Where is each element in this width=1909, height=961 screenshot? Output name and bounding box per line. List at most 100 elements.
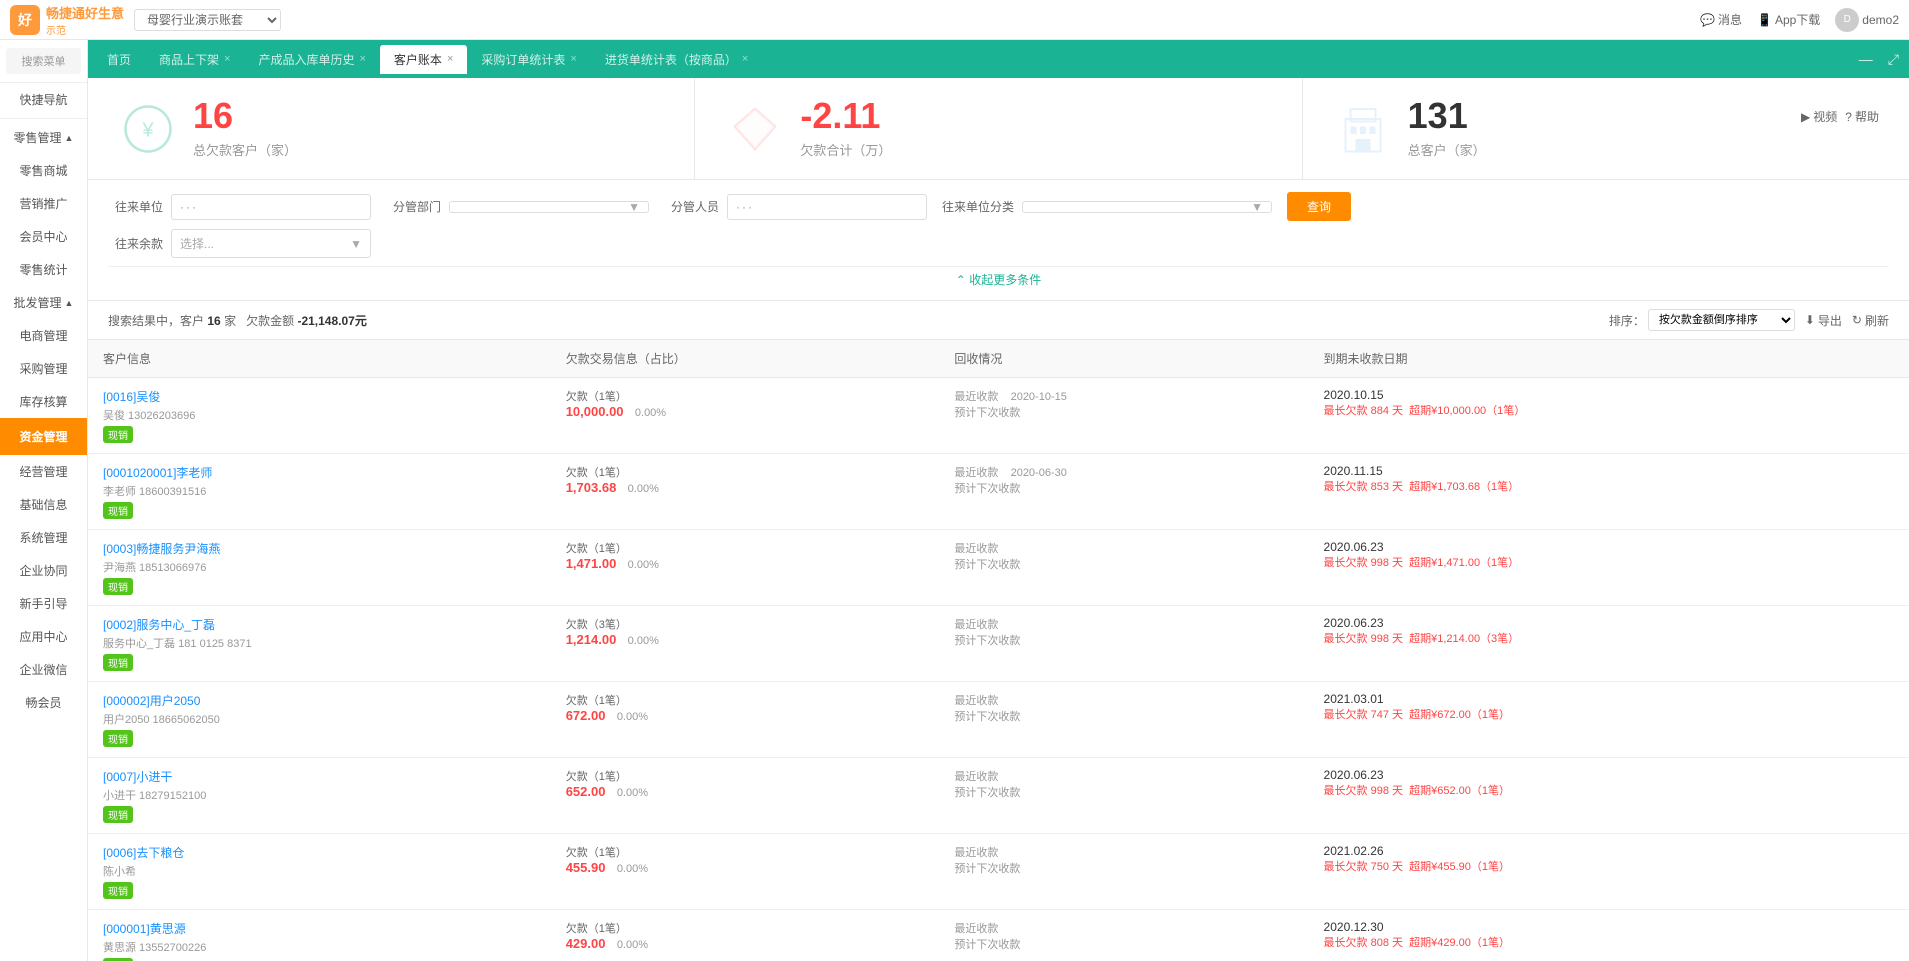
sidebar-item-newbie[interactable]: 新手引导 xyxy=(0,587,87,620)
sidebar-item-purchase[interactable]: 采购管理 xyxy=(0,352,87,385)
tab-expand-btn[interactable]: ⤢ xyxy=(1883,49,1904,70)
filter-collapse-btn[interactable]: ⌃ 收起更多条件 xyxy=(108,266,1889,292)
debt-amount-0[interactable]: 10,000.00 xyxy=(566,404,624,419)
tab-home[interactable]: 首页 xyxy=(93,45,145,74)
debt-amount-4[interactable]: 672.00 xyxy=(566,708,606,723)
filter-input-dept[interactable]: ▼ xyxy=(449,201,649,213)
sidebar-item-basic-info[interactable]: 基础信息 xyxy=(0,488,87,521)
overdue-tag-1[interactable]: 超期¥1,703.68（1笔） xyxy=(1409,481,1519,493)
customer-name-0[interactable]: [0016]吴俊 xyxy=(103,388,536,405)
debt-label-5: 欠款（1笔） xyxy=(566,768,925,784)
sidebar-item-finance[interactable]: 资金管理 xyxy=(0,418,87,455)
cell-debt-4: 欠款（1笔） 672.00 0.00% xyxy=(551,682,940,758)
filter-input-balance[interactable]: 选择... ▼ xyxy=(171,229,371,258)
sidebar-item-sys-mgmt[interactable]: 系统管理 xyxy=(0,521,87,554)
sidebar-item-wechat[interactable]: 企业微信 xyxy=(0,653,87,686)
filter-group-category: 往来单位分类 ▼ xyxy=(942,198,1272,215)
filter-group-dept: 分管部门 ▼ xyxy=(386,198,649,215)
sidebar-item-batch-mgmt[interactable]: 批发管理▲ xyxy=(0,286,87,319)
filter-input-unit[interactable]: ··· xyxy=(171,194,371,220)
customer-name-7[interactable]: [000001]黄思源 xyxy=(103,920,536,937)
tab-minimize-btn[interactable]: — xyxy=(1854,49,1878,70)
message-btn[interactable]: 💬 消息 xyxy=(1700,11,1742,28)
sidebar-divider xyxy=(0,118,87,119)
cell-due-5: 2020.06.23 最长欠款 998 天 超期¥652.00（1笔） xyxy=(1309,758,1909,834)
tab-customer-account[interactable]: 客户账本 × xyxy=(380,45,467,74)
tab-close-customer[interactable]: × xyxy=(447,53,453,65)
debt-amount-7[interactable]: 429.00 xyxy=(566,936,606,951)
overdue-tag-3[interactable]: 超期¥1,214.00（3笔） xyxy=(1409,633,1519,645)
sidebar-item-app-center[interactable]: 应用中心 xyxy=(0,620,87,653)
tab-close-goods[interactable]: × xyxy=(224,53,230,65)
cell-debt-6: 欠款（1笔） 455.90 0.00% xyxy=(551,834,940,910)
cell-recovery-6: 最近收款 预计下次收款 xyxy=(939,834,1308,910)
customer-name-5[interactable]: [0007]小进干 xyxy=(103,768,536,785)
sidebar-item-member-vip[interactable]: 畅会员 xyxy=(0,686,87,719)
cell-due-7: 2020.12.30 最长欠款 808 天 超期¥429.00（1笔） xyxy=(1309,910,1909,961)
filter-group-unit: 往来单位 ··· xyxy=(108,194,371,220)
debt-amount-6[interactable]: 455.90 xyxy=(566,860,606,875)
export-btn[interactable]: ⬇ 导出 xyxy=(1805,312,1842,329)
sidebar-item-marketing[interactable]: 营销推广 xyxy=(0,187,87,220)
customer-name-6[interactable]: [0006]去下粮仓 xyxy=(103,844,536,861)
cell-debt-3: 欠款（3笔） 1,214.00 0.00% xyxy=(551,606,940,682)
account-selector[interactable]: 母婴行业演示账套 xyxy=(134,9,281,31)
debt-label-7: 欠款（1笔） xyxy=(566,920,925,936)
filter-label-category: 往来单位分类 xyxy=(942,198,1014,215)
sort-select[interactable]: 按欠款金额倒序排序 xyxy=(1648,309,1795,331)
total-debt-customers-num: 16 xyxy=(193,98,664,134)
overdue-tag-5[interactable]: 超期¥652.00（1笔） xyxy=(1409,785,1510,797)
tab-close-instock[interactable]: × xyxy=(742,53,748,65)
debt-amount-2[interactable]: 1,471.00 xyxy=(566,556,617,571)
sidebar-item-retail-mall[interactable]: 零售商城 xyxy=(0,154,87,187)
tab-production[interactable]: 产成品入库单历史 × xyxy=(244,45,379,74)
filter-input-category[interactable]: ▼ xyxy=(1022,201,1272,213)
customer-name-1[interactable]: [0001020001]李老师 xyxy=(103,464,536,481)
customer-name-3[interactable]: [0002]服务中心_丁磊 xyxy=(103,616,536,633)
next-pay-7: 预计下次收款 xyxy=(954,936,1293,952)
tab-close-purchase[interactable]: × xyxy=(570,53,576,65)
video-btn[interactable]: ▶ 视频 xyxy=(1801,108,1837,125)
debt-amount-3[interactable]: 1,214.00 xyxy=(566,632,617,647)
app-download-btn[interactable]: 📱 App下载 xyxy=(1757,11,1820,28)
cell-due-4: 2021.03.01 最长欠款 747 天 超期¥672.00（1笔） xyxy=(1309,682,1909,758)
help-btn[interactable]: ? 帮助 xyxy=(1845,108,1879,125)
help-icon: ? xyxy=(1845,110,1852,124)
table-row: [0006]去下粮仓 陈小希 现销 欠款（1笔） 455.90 0.00% 最近… xyxy=(88,834,1909,910)
tab-instock-stats[interactable]: 进货单统计表（按商品） × xyxy=(591,45,762,74)
filter-input-person[interactable]: ··· xyxy=(727,194,927,220)
overdue-tag-7[interactable]: 超期¥429.00（1笔） xyxy=(1409,937,1510,949)
refresh-btn[interactable]: ↻ 刷新 xyxy=(1852,312,1889,329)
overdue-tag-0[interactable]: 超期¥10,000.00（1笔） xyxy=(1409,405,1525,417)
summary-card-total: 131 总客户（家） ▶ 视频 ? 帮助 xyxy=(1303,78,1909,179)
sidebar-item-retail-mgmt[interactable]: 零售管理▲ xyxy=(0,121,87,154)
overdue-tag-2[interactable]: 超期¥1,471.00（1笔） xyxy=(1409,557,1519,569)
cell-customer-1: [0001020001]李老师 李老师 18600391516 现销 xyxy=(88,454,551,530)
overdue-tag-4[interactable]: 超期¥672.00（1笔） xyxy=(1409,709,1510,721)
overdue-tag-6[interactable]: 超期¥455.90（1笔） xyxy=(1409,861,1510,873)
search-menu-btn[interactable]: 搜索菜单 xyxy=(6,48,81,74)
sidebar-item-ops-mgmt[interactable]: 经营管理 xyxy=(0,455,87,488)
user-menu[interactable]: D demo2 xyxy=(1835,8,1899,32)
customer-name-4[interactable]: [000002]用户2050 xyxy=(103,692,536,709)
customer-name-2[interactable]: [0003]畅捷服务尹海燕 xyxy=(103,540,536,557)
tab-close-production[interactable]: × xyxy=(359,53,365,65)
debt-amount-1[interactable]: 1,703.68 xyxy=(566,480,617,495)
due-date-3: 2020.06.23 xyxy=(1324,616,1894,630)
sidebar-item-retail-stats[interactable]: 零售统计 xyxy=(0,253,87,286)
due-date-4: 2021.03.01 xyxy=(1324,692,1894,706)
debt-amount-5[interactable]: 652.00 xyxy=(566,784,606,799)
sidebar-item-ecommerce[interactable]: 电商管理 xyxy=(0,319,87,352)
search-button[interactable]: 查询 xyxy=(1287,192,1351,221)
sidebar-item-member-center[interactable]: 会员中心 xyxy=(0,220,87,253)
tab-goods[interactable]: 商品上下架 × xyxy=(145,45,244,74)
sidebar-item-enterprise[interactable]: 企业协同 xyxy=(0,554,87,587)
debt-ratio-7: 0.00% xyxy=(617,939,648,951)
tab-purchase-order[interactable]: 采购订单统计表 × xyxy=(467,45,590,74)
cell-customer-6: [0006]去下粮仓 陈小希 现销 xyxy=(88,834,551,910)
customer-sub-5: 小进干 18279152100 xyxy=(103,787,536,803)
table-header-row: 客户信息 欠款交易信息（占比） 回收情况 到期未收款日期 xyxy=(88,340,1909,378)
sidebar-item-quick-nav[interactable]: 快捷导航 xyxy=(0,83,87,116)
filter-label-balance: 往来余款 xyxy=(108,235,163,252)
sidebar-item-inventory[interactable]: 库存核算 xyxy=(0,385,87,418)
